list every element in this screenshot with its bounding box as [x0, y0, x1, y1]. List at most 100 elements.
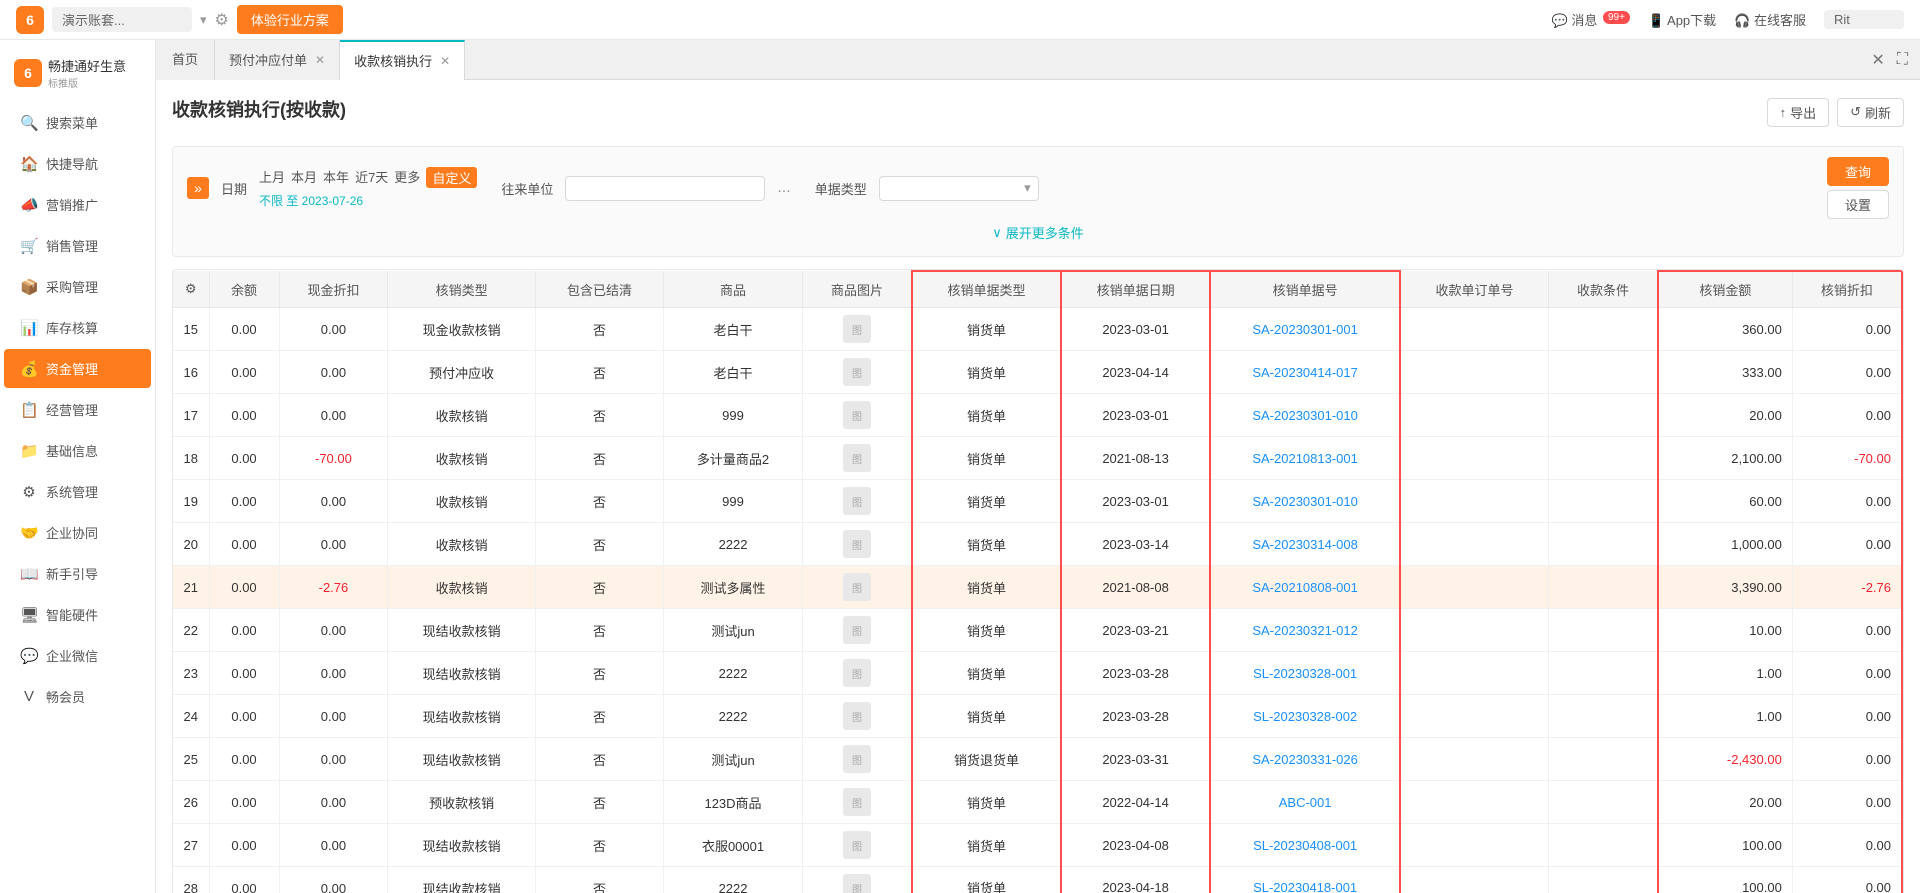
tab-writeoff-close[interactable]: ✕ — [440, 54, 450, 68]
sidebar-item-wechat[interactable]: 💬 企业微信 — [4, 636, 151, 675]
home-icon: 🏠 — [20, 155, 38, 173]
voucher-no-link[interactable]: SL-20230418-001 — [1253, 880, 1357, 893]
voucher-no-link[interactable]: SA-20230314-008 — [1252, 537, 1358, 552]
voucher-no-link[interactable]: SA-20230301-001 — [1252, 322, 1358, 337]
sidebar-item-business[interactable]: 📋 经营管理 — [4, 390, 151, 429]
cell-cash-discount: 0.00 — [279, 351, 388, 394]
filter-settings-btn[interactable]: 设置 — [1827, 190, 1889, 219]
voucher-no-link[interactable]: SA-20230301-010 — [1252, 494, 1358, 509]
table-row: 24 0.00 0.00 现结收款核销 否 2222 图 销货单 2023-03… — [173, 695, 1902, 738]
cell-include-settled: 否 — [535, 609, 663, 652]
sidebar-item-sales[interactable]: 🛒 销售管理 — [4, 226, 151, 265]
cell-voucher-no: SA-20230321-012 — [1210, 609, 1400, 652]
sidebar-item-inventory[interactable]: 📊 库存核算 — [4, 308, 151, 347]
settings-icon[interactable]: ⚙ — [215, 10, 229, 30]
cell-voucher-no: SA-20210808-001 — [1210, 566, 1400, 609]
tab-writeoff-label: 收款核销执行 — [354, 51, 432, 70]
cell-voucher-type: 销货单 — [912, 394, 1061, 437]
cell-writeoff-amount: -2,430.00 — [1658, 738, 1792, 781]
sidebar-item-search[interactable]: 🔍 搜索菜单 — [4, 103, 151, 142]
sidebar-item-basic[interactable]: 📁 基础信息 — [4, 431, 151, 470]
sidebar-item-label: 营销推广 — [46, 195, 98, 214]
date-last-month[interactable]: 上月 — [259, 167, 285, 188]
table-row: 18 0.00 -70.00 收款核销 否 多计量商品2 图 销货单 2021-… — [173, 437, 1902, 480]
cell-writeoff-amount: 333.00 — [1658, 351, 1792, 394]
voucher-no-link[interactable]: SL-20230328-001 — [1253, 666, 1357, 681]
cell-writeoff-discount: -2.76 — [1792, 566, 1902, 609]
refresh-btn[interactable]: ↺ 刷新 — [1837, 98, 1904, 127]
company-dropdown-icon[interactable]: ▾ — [200, 12, 207, 28]
sidebar-item-quick[interactable]: 🏠 快捷导航 — [4, 144, 151, 183]
industry-btn[interactable]: 体验行业方案 — [237, 5, 343, 34]
cell-voucher-no: SA-20230301-010 — [1210, 480, 1400, 523]
sidebar-item-collab[interactable]: 🤝 企业协同 — [4, 513, 151, 552]
page-content: 收款核销执行(按收款) ↑ 导出 ↺ 刷新 » 日期 — [156, 80, 1920, 893]
table-row: 27 0.00 0.00 现结收款核销 否 衣服00001 图 销货单 2023… — [173, 824, 1902, 867]
voucher-no-link[interactable]: SA-20210813-001 — [1252, 451, 1358, 466]
voucher-no-link[interactable]: ABC-001 — [1279, 795, 1332, 810]
cell-voucher-type: 销货单 — [912, 824, 1061, 867]
sidebar-item-member[interactable]: V 畅会员 — [4, 677, 151, 716]
cell-voucher-type: 销货单 — [912, 652, 1061, 695]
col-include-settled: 包含已结清 — [535, 271, 663, 308]
cell-receipt-order-no — [1400, 523, 1548, 566]
filter-dots-1[interactable]: ... — [777, 179, 790, 197]
cell-id: 18 — [173, 437, 209, 480]
voucher-no-link[interactable]: SA-20230414-017 — [1252, 365, 1358, 380]
from-unit-input[interactable] — [565, 176, 765, 201]
voucher-no-link[interactable]: SL-20230328-002 — [1253, 709, 1357, 724]
cell-remainder: 0.00 — [209, 867, 279, 893]
date-this-month[interactable]: 本月 — [291, 167, 317, 188]
message-icon[interactable]: 💬 消息 99+ — [1552, 10, 1630, 29]
app-download-link[interactable]: 📱 App下载 — [1648, 10, 1716, 29]
sidebar-item-marketing[interactable]: 📣 营销推广 — [4, 185, 151, 224]
cell-remainder: 0.00 — [209, 652, 279, 695]
inventory-icon: 📊 — [20, 319, 38, 337]
page-title: 收款核销执行(按收款) — [172, 96, 346, 122]
online-service-link[interactable]: 🎧 在线客服 — [1734, 10, 1806, 29]
cell-remainder: 0.00 — [209, 351, 279, 394]
date-this-year[interactable]: 本年 — [323, 167, 349, 188]
cell-receipt-condition — [1548, 480, 1658, 523]
export-icon: ↑ — [1780, 105, 1787, 120]
voucher-no-link[interactable]: SA-20230301-010 — [1252, 408, 1358, 423]
sidebar-item-system[interactable]: ⚙ 系统管理 — [4, 472, 151, 511]
sidebar-item-label: 经营管理 — [46, 400, 98, 419]
sidebar-item-label: 新手引导 — [46, 564, 98, 583]
date-more[interactable]: 更多 — [394, 167, 420, 188]
tab-home[interactable]: 首页 — [156, 40, 215, 80]
export-btn[interactable]: ↑ 导出 — [1767, 98, 1830, 127]
sidebar-item-finance[interactable]: 💰 资金管理 — [4, 349, 151, 388]
tab-prepay[interactable]: 预付冲应付单 ✕ — [215, 40, 340, 80]
cell-writeoff-amount: 100.00 — [1658, 867, 1792, 893]
tab-expand-btn[interactable]: ⛶ — [1893, 47, 1912, 73]
company-selector[interactable]: 演示账套... — [52, 7, 192, 32]
filter-arrow-btn[interactable]: » — [187, 177, 209, 199]
voucher-no-link[interactable]: SL-20230408-001 — [1253, 838, 1357, 853]
sidebar-item-hardware[interactable]: 🖥 智能硬件 — [4, 595, 151, 634]
cell-voucher-date: 2023-03-14 — [1061, 523, 1210, 566]
tab-writeoff[interactable]: 收款核销执行 ✕ — [340, 40, 465, 80]
cell-writeoff-discount: 0.00 — [1792, 738, 1902, 781]
cell-voucher-no: SL-20230328-002 — [1210, 695, 1400, 738]
voucher-no-link[interactable]: SA-20230331-026 — [1252, 752, 1358, 767]
cell-cash-discount: 0.00 — [279, 480, 388, 523]
cell-include-settled: 否 — [535, 437, 663, 480]
query-btn[interactable]: 查询 — [1827, 157, 1889, 186]
date-custom[interactable]: 自定义 — [426, 167, 477, 188]
cell-cash-discount: 0.00 — [279, 308, 388, 351]
voucher-no-link[interactable]: SA-20230321-012 — [1252, 623, 1358, 638]
cell-writeoff-discount: 0.00 — [1792, 824, 1902, 867]
filter-expand-btn[interactable]: ∨ 展开更多条件 — [187, 219, 1889, 246]
date-7days[interactable]: 近7天 — [355, 167, 388, 188]
tab-close-all-btn[interactable]: ✕ — [1867, 46, 1888, 74]
col-gear[interactable]: ⚙ — [173, 271, 209, 308]
sidebar-item-guide[interactable]: 📖 新手引导 — [4, 554, 151, 593]
tab-bar-actions: ✕ ⛶ — [1867, 46, 1920, 74]
user-profile[interactable]: Rit — [1824, 10, 1904, 29]
sidebar-item-purchase[interactable]: 📦 采购管理 — [4, 267, 151, 306]
tab-prepay-close[interactable]: ✕ — [315, 53, 325, 67]
cell-id: 15 — [173, 308, 209, 351]
voucher-no-link[interactable]: SA-20210808-001 — [1252, 580, 1358, 595]
voucher-type-select[interactable] — [879, 176, 1039, 201]
